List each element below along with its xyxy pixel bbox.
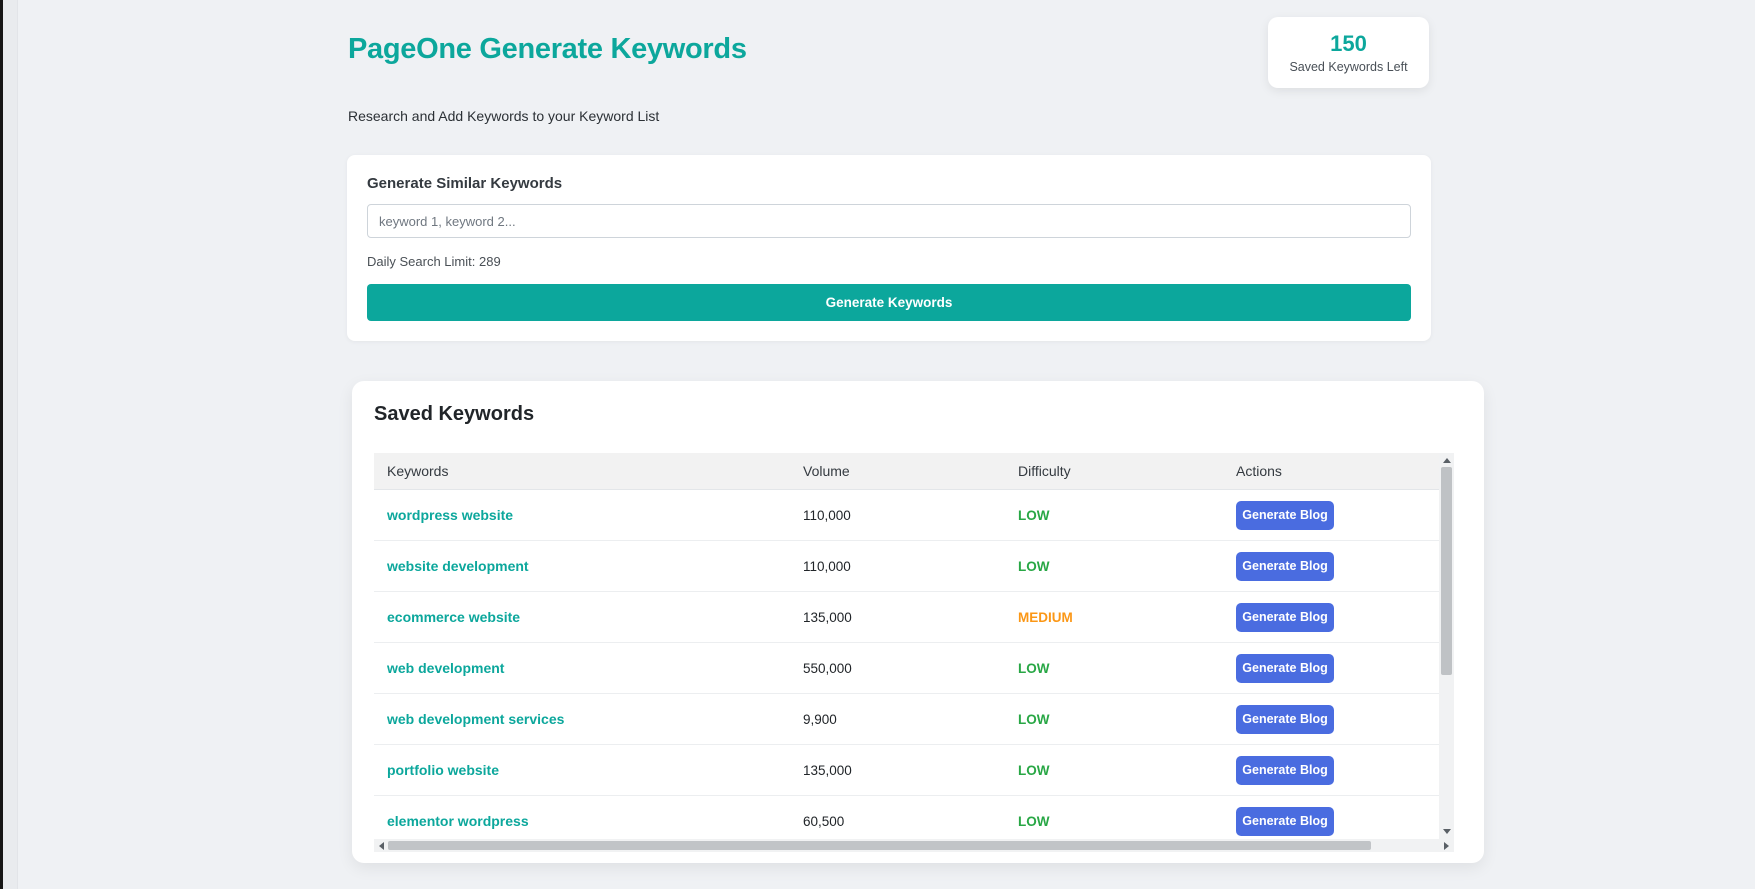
scroll-up-button[interactable] [1439,454,1454,467]
actions-cell: Generate Blog [1236,653,1439,683]
keyword-link[interactable]: wordpress website [387,507,803,523]
generate-blog-button[interactable]: Generate Blog [1236,704,1334,734]
vertical-scrollbar-thumb[interactable] [1441,467,1452,675]
left-gutter [3,0,18,889]
keywords-input[interactable] [367,204,1411,238]
keyword-link[interactable]: web development [387,660,803,676]
generator-heading: Generate Similar Keywords [367,175,563,192]
column-header-actions: Actions [1236,463,1282,479]
volume-cell: 9,900 [803,711,837,727]
generate-blog-button[interactable]: Generate Blog [1236,551,1334,581]
saved-keywords-heading: Saved Keywords [374,403,535,425]
page-subtitle: Research and Add Keywords to your Keywor… [348,108,660,124]
horizontal-scrollbar[interactable] [374,839,1454,852]
vertical-scrollbar[interactable] [1439,453,1454,839]
table-row: wordpress website 110,000 LOW Generate B… [374,490,1439,541]
app-root: { "page": { "title": "PageOne Generate K… [0,0,1755,889]
volume-cell: 110,000 [803,558,851,574]
actions-cell: Generate Blog [1236,551,1439,581]
keyword-link[interactable]: portfolio website [387,762,803,778]
table-row: web development 550,000 LOW Generate Blo… [374,643,1439,694]
arrow-down-icon [1442,829,1451,834]
arrow-left-icon [379,841,384,850]
difficulty-cell: LOW [1018,507,1050,523]
actions-cell: Generate Blog [1236,602,1439,632]
scroll-left-button[interactable] [375,839,388,852]
scroll-right-button[interactable] [1440,839,1453,852]
difficulty-cell: LOW [1018,558,1050,574]
difficulty-cell: LOW [1018,660,1050,676]
keyword-link[interactable]: ecommerce website [387,609,803,625]
saved-keywords-left-card: 150 Saved Keywords Left [1268,17,1429,88]
generate-blog-button[interactable]: Generate Blog [1236,653,1334,683]
generate-blog-button[interactable]: Generate Blog [1236,806,1334,836]
actions-cell: Generate Blog [1236,500,1439,530]
volume-cell: 550,000 [803,660,852,676]
keyword-table-viewport: Keywords Volume Difficulty Actions wordp… [374,453,1439,839]
table-row: web development services 9,900 LOW Gener… [374,694,1439,745]
volume-cell: 60,500 [803,813,845,829]
arrow-up-icon [1442,458,1451,463]
keyword-table: Keywords Volume Difficulty Actions wordp… [374,453,1454,852]
keyword-link[interactable]: website development [387,558,803,574]
table-row: website development 110,000 LOW Generate… [374,541,1439,592]
page-title: PageOne Generate Keywords [348,33,747,65]
keyword-table-body: wordpress website 110,000 LOW Generate B… [374,490,1439,839]
column-header-volume: Volume [803,463,850,479]
volume-cell: 110,000 [803,507,851,523]
difficulty-cell: LOW [1018,813,1050,829]
column-header-difficulty: Difficulty [1018,463,1071,479]
difficulty-cell: LOW [1018,762,1050,778]
saved-keywords-left-count: 150 [1330,31,1367,56]
keyword-link[interactable]: web development services [387,711,803,727]
saved-keywords-left-label: Saved Keywords Left [1289,60,1408,74]
difficulty-cell: LOW [1018,711,1050,727]
difficulty-cell: MEDIUM [1018,609,1073,625]
table-row: portfolio website 135,000 LOW Generate B… [374,745,1439,796]
generate-blog-button[interactable]: Generate Blog [1236,755,1334,785]
keyword-link[interactable]: elementor wordpress [387,813,803,829]
generate-keywords-card: Generate Similar Keywords Daily Search L… [347,155,1431,341]
horizontal-scrollbar-thumb[interactable] [388,841,1371,850]
volume-cell: 135,000 [803,762,852,778]
column-header-keywords: Keywords [387,463,449,479]
table-row: ecommerce website 135,000 MEDIUM Generat… [374,592,1439,643]
saved-keywords-card: Saved Keywords Keywords Volume Difficult… [352,381,1484,863]
actions-cell: Generate Blog [1236,755,1439,785]
table-header-row: Keywords Volume Difficulty Actions [374,453,1439,490]
generate-keywords-button[interactable]: Generate Keywords [367,284,1411,321]
volume-cell: 135,000 [803,609,852,625]
generate-blog-button[interactable]: Generate Blog [1236,602,1334,632]
daily-search-limit: Daily Search Limit: 289 [367,254,501,269]
generate-blog-button[interactable]: Generate Blog [1236,500,1334,530]
actions-cell: Generate Blog [1236,704,1439,734]
table-row: elementor wordpress 60,500 LOW Generate … [374,796,1439,839]
arrow-right-icon [1444,841,1449,850]
scroll-down-button[interactable] [1439,825,1454,838]
actions-cell: Generate Blog [1236,806,1439,836]
